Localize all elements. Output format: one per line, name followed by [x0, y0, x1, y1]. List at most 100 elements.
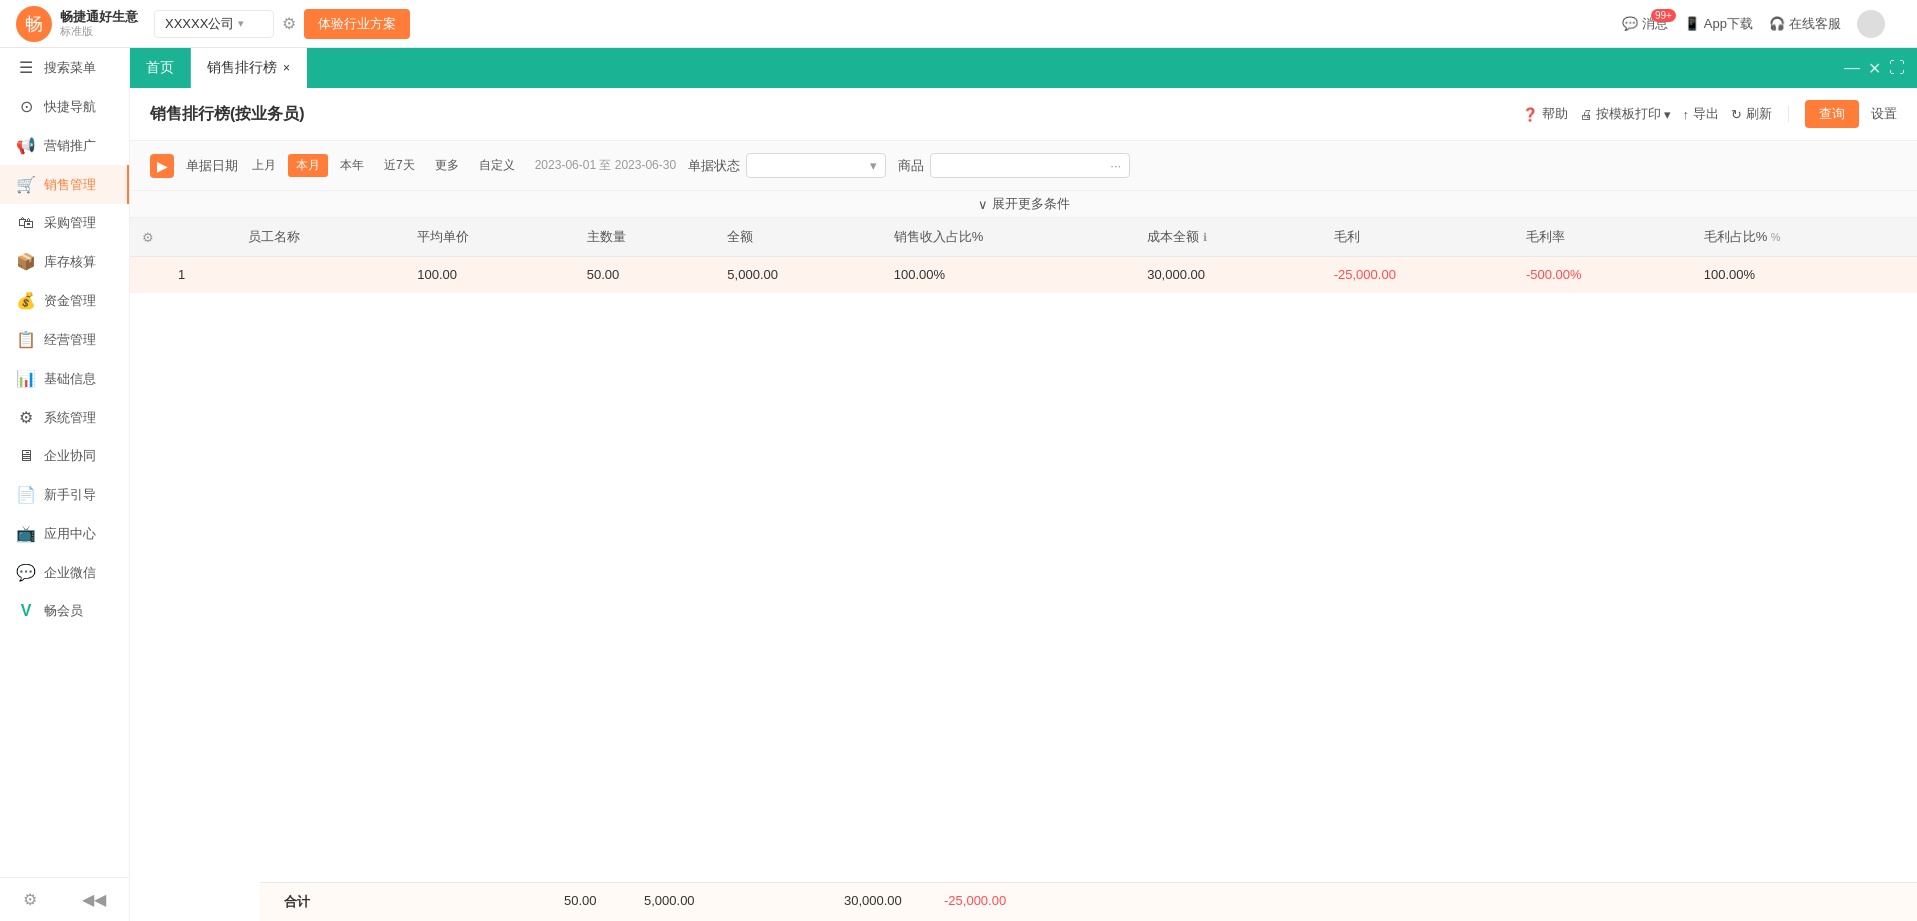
sidebar-item-label: 资金管理	[44, 292, 96, 310]
th-sales-pct: 销售收入占比%	[882, 218, 1135, 257]
cell-main-qty: 50.00	[575, 257, 716, 293]
settings-text-button[interactable]: 设置	[1871, 105, 1897, 123]
minimize-window-icon[interactable]: —	[1844, 59, 1860, 77]
expand-window-icon[interactable]: ⛶	[1889, 59, 1905, 77]
footer-main-qty: 50.00	[552, 893, 632, 911]
export-button[interactable]: ↑ 导出	[1683, 105, 1720, 123]
filter-toggle-btn[interactable]: ▶	[150, 154, 174, 178]
date-tab-current-year[interactable]: 本年	[332, 154, 372, 177]
export-icon: ↑	[1683, 107, 1690, 122]
app-download-btn[interactable]: 📱 App下载	[1684, 15, 1753, 33]
close-window-icon[interactable]: ✕	[1868, 59, 1881, 78]
cost-info-icon[interactable]: ℹ	[1203, 231, 1207, 243]
sidebar-item-label: 搜索菜单	[44, 59, 96, 77]
sidebar-item-appstore[interactable]: 📺 应用中心	[0, 514, 129, 553]
tab-home[interactable]: 首页	[130, 48, 191, 88]
template-print-button[interactable]: 🖨 按模板打印 ▾	[1580, 105, 1671, 123]
help-button[interactable]: ❓ 帮助	[1522, 105, 1568, 123]
nav-tabs: 首页 销售排行榜 × — ✕ ⛶	[130, 48, 1917, 88]
logo-area: 畅 畅捷通好生意 标准版	[16, 6, 138, 42]
message-btn[interactable]: 💬 消息 99+	[1622, 15, 1668, 33]
page-header: 销售排行榜(按业务员) ❓ 帮助 🖨 按模板打印 ▾ ↑	[130, 88, 1917, 141]
finance-icon: 💰	[16, 291, 36, 310]
sidebar-item-label: 销售管理	[44, 176, 96, 194]
chevron-down-icon: ▾	[1664, 107, 1671, 122]
expand-conditions-button[interactable]: ∨ 展开更多条件	[978, 195, 1070, 213]
goods-filter: 商品 ···	[898, 153, 1130, 178]
sidebar-item-system[interactable]: ⚙ 系统管理	[0, 398, 129, 437]
sidebar-item-inventory[interactable]: 📦 库存核算	[0, 242, 129, 281]
status-select[interactable]: ▾	[746, 153, 886, 178]
sidebar-item-finance[interactable]: 💰 资金管理	[0, 281, 129, 320]
tab-sales-rank[interactable]: 销售排行榜 ×	[191, 48, 307, 88]
gross-pct-icon[interactable]: %	[1771, 231, 1781, 243]
guide-icon: 📄	[16, 485, 36, 504]
column-settings-icon[interactable]: ⚙	[142, 230, 154, 245]
settings-icon[interactable]: ⚙	[282, 14, 296, 33]
sales-icon: 🛒	[16, 175, 36, 194]
online-service-btn[interactable]: 🎧 在线客服	[1769, 15, 1841, 33]
sidebar-item-sales[interactable]: 🛒 销售管理	[0, 165, 129, 204]
cell-rank: 1	[166, 257, 236, 293]
status-label: 单据状态	[688, 157, 740, 175]
filter-bar: ▶ 单据日期 上月 本月 本年 近7天 更多 自定义	[130, 141, 1917, 191]
message-badge: 99+	[1651, 9, 1676, 22]
date-tab-7days[interactable]: 近7天	[376, 154, 423, 177]
appstore-icon: 📺	[16, 524, 36, 543]
refresh-button[interactable]: ↻ 刷新	[1731, 105, 1772, 123]
footer-cost: 30,000.00	[832, 893, 932, 911]
close-tab-icon[interactable]: ×	[283, 61, 290, 75]
sidebar-item-label: 畅会员	[44, 602, 83, 620]
footer-label: 合计	[272, 893, 472, 911]
user-avatar[interactable]	[1857, 10, 1885, 38]
sidebar-item-label: 快捷导航	[44, 98, 96, 116]
footer-gross: -25,000.00	[932, 893, 1032, 911]
headset-icon: 🎧	[1769, 16, 1785, 31]
query-button[interactable]: 查询	[1805, 100, 1859, 128]
th-total: 全额	[715, 218, 881, 257]
footer-sales-pct	[732, 893, 832, 911]
sidebar-item-wechat[interactable]: 💬 企业微信	[0, 553, 129, 592]
collapse-sidebar-icon[interactable]: ◀◀	[74, 886, 114, 913]
chevron-down-icon: ▾	[238, 17, 244, 30]
date-tab-more[interactable]: 更多	[427, 154, 467, 177]
date-tab-custom[interactable]: 自定义	[471, 154, 523, 177]
date-tab-last-month[interactable]: 上月	[244, 154, 284, 177]
page-title: 销售排行榜(按业务员)	[150, 104, 305, 125]
help-icon: ❓	[1522, 107, 1538, 122]
cell-settings	[130, 257, 166, 293]
goods-more-icon[interactable]: ···	[1110, 158, 1121, 173]
operations-icon: 📋	[16, 330, 36, 349]
company-name: XXXXX公司	[165, 15, 234, 33]
footer-avg-price	[472, 893, 552, 911]
top-right-area: 💬 消息 99+ 📱 App下载 🎧 在线客服	[1622, 10, 1901, 38]
sidebar-item-guide[interactable]: 📄 新手引导	[0, 475, 129, 514]
sidebar-item-enterprise[interactable]: 🖥 企业协同	[0, 437, 129, 475]
enterprise-icon: 🖥	[16, 447, 36, 465]
sidebar-item-quicknav[interactable]: ⊙ 快捷导航	[0, 87, 129, 126]
home-tab-label: 首页	[146, 59, 174, 77]
company-selector[interactable]: XXXXX公司 ▾	[154, 10, 274, 38]
th-main-qty: 主数量	[575, 218, 716, 257]
sidebar-item-purchase[interactable]: 🛍 采购管理	[0, 204, 129, 242]
sidebar-item-label: 新手引导	[44, 486, 96, 504]
footer-total: 5,000.00	[632, 893, 732, 911]
cell-total: 5,000.00	[715, 257, 881, 293]
date-tab-current-month[interactable]: 本月	[288, 154, 328, 177]
sidebar-item-basic-info[interactable]: 📊 基础信息	[0, 359, 129, 398]
sidebar-item-marketing[interactable]: 📢 营销推广	[0, 126, 129, 165]
sidebar-item-search[interactable]: ☰ 搜索菜单	[0, 48, 129, 87]
sidebar-bottom: ⚙ ◀◀	[0, 877, 129, 921]
sidebar-item-label: 系统管理	[44, 409, 96, 427]
trial-button[interactable]: 体验行业方案	[304, 9, 410, 39]
th-settings[interactable]: ⚙	[130, 218, 166, 257]
marketing-icon: 📢	[16, 136, 36, 155]
app-download-label: App下载	[1704, 15, 1753, 33]
sidebar-item-label: 企业微信	[44, 564, 96, 582]
sidebar-item-vip[interactable]: V 畅会员	[0, 592, 129, 630]
chevron-down-icon: ▾	[870, 158, 877, 173]
gear-settings-icon[interactable]: ⚙	[15, 886, 45, 913]
sidebar-item-operations[interactable]: 📋 经营管理	[0, 320, 129, 359]
goods-input[interactable]: ···	[930, 153, 1130, 178]
date-filter: 单据日期 上月 本月 本年 近7天 更多 自定义	[186, 154, 523, 177]
